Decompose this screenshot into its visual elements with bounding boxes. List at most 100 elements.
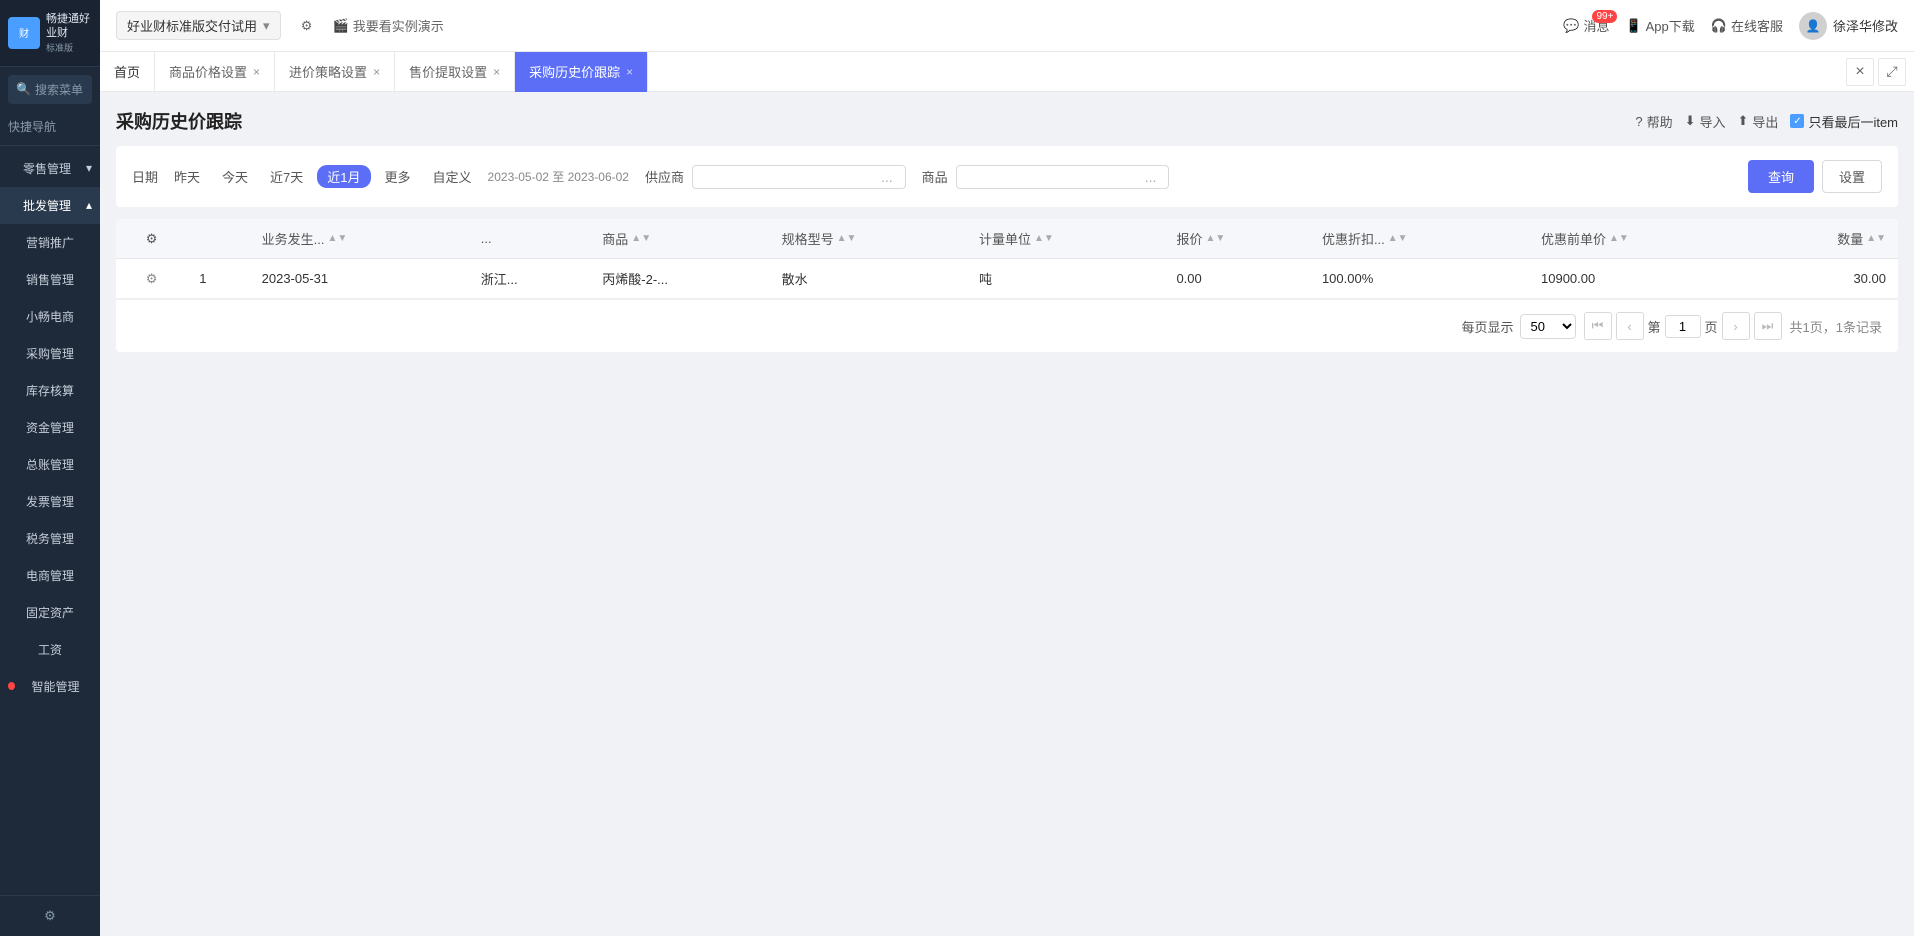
supplier-label: 供应商 — [645, 167, 684, 186]
th-product[interactable]: 商品 ▲▼ — [590, 219, 769, 259]
tab-sale-price[interactable]: 售价提取设置 × — [395, 52, 515, 92]
product-dots-button[interactable]: ... — [1141, 169, 1161, 185]
th-unit[interactable]: 计量单位 ▲▼ — [967, 219, 1164, 259]
per-page-selector: 每页显示 50 10 20 100 — [1461, 314, 1575, 339]
tab-price[interactable]: 商品价格设置 × — [155, 52, 275, 92]
date-btn-more[interactable]: 更多 — [377, 165, 419, 188]
tab-close-purchase-strategy[interactable]: × — [373, 65, 380, 79]
next-page-button[interactable]: › — [1722, 312, 1750, 340]
help-button[interactable]: ? 帮助 — [1635, 112, 1672, 131]
export-icon: ⬆ — [1738, 113, 1749, 129]
sort-icon-discount: ▲▼ — [1388, 235, 1408, 243]
tab-purchase-strategy[interactable]: 进价策略设置 × — [275, 52, 395, 92]
page-content: 采购历史价跟踪 ? 帮助 ⬇ 导入 ⬆ 导出 ✓ 只看最后一item — [100, 92, 1914, 936]
last-page-button[interactable]: ⏭ — [1754, 312, 1782, 340]
th-quote[interactable]: 报价 ▲▼ — [1164, 219, 1309, 259]
demo-button[interactable]: 🎬 我要看实例演示 — [333, 16, 444, 35]
sidebar: 财 畅捷通好业财 标准版 🔍 搜索菜单 快捷导航 零售管理 ▾ 批发管理 ▴ 营… — [0, 0, 100, 936]
sidebar-item-inventory[interactable]: 库存核算 — [0, 372, 100, 409]
play-icon: 🎬 — [333, 18, 349, 34]
filter-buttons: 查询 设置 — [1748, 160, 1882, 193]
export-button[interactable]: ⬆ 导出 — [1738, 112, 1779, 131]
date-btn-today[interactable]: 今天 — [214, 165, 256, 188]
import-button[interactable]: ⬇ 导入 — [1685, 112, 1726, 131]
date-btn-yesterday[interactable]: 昨天 — [166, 165, 208, 188]
row-unit: 吨 — [967, 259, 1164, 299]
app-download-button[interactable]: 📱 App下载 — [1625, 16, 1694, 35]
quicknav-item[interactable]: 快捷导航 — [0, 112, 100, 141]
query-button[interactable]: 查询 — [1748, 160, 1814, 193]
sort-icon-product: ▲▼ — [631, 235, 651, 243]
avatar: 👤 — [1799, 12, 1827, 40]
tabs-bar: 首页 商品价格设置 × 进价策略设置 × 售价提取设置 × 采购历史价跟踪 × … — [100, 52, 1914, 92]
th-biz-date[interactable]: 业务发生... ▲▼ — [250, 219, 469, 259]
tab-close-history-price[interactable]: × — [626, 65, 633, 79]
sidebar-divider — [0, 145, 100, 146]
tab-home[interactable]: 首页 — [100, 52, 155, 92]
sidebar-item-ecommerce[interactable]: 电商管理 — [0, 557, 100, 594]
th-spec[interactable]: 规格型号 ▲▼ — [770, 219, 967, 259]
filter-area: 日期 昨天 今天 近7天 近1月 更多 自定义 2023-05-02 至 202… — [116, 146, 1898, 207]
sidebar-item-finance[interactable]: 资金管理 — [0, 409, 100, 446]
table-body: ⚙ 1 2023-05-31 浙江... 丙烯酸-2-... 散水 吨 0.00… — [116, 259, 1898, 299]
sidebar-item-hr[interactable]: 工资 — [0, 631, 100, 668]
date-btn-custom[interactable]: 自定义 — [425, 165, 480, 188]
sidebar-item-sales[interactable]: 销售管理 — [0, 261, 100, 298]
sidebar-item-purchase[interactable]: 采购管理 — [0, 335, 100, 372]
first-page-button[interactable]: ⏮ — [1584, 312, 1612, 340]
date-options: 昨天 今天 近7天 近1月 更多 自定义 — [166, 165, 480, 188]
tab-expand-button[interactable]: ⤢ — [1878, 58, 1906, 86]
th-quantity[interactable]: 数量 ▲▼ — [1752, 219, 1898, 259]
logo-icon: 财 — [8, 17, 40, 49]
sidebar-item-accounting[interactable]: 总账管理 — [0, 446, 100, 483]
chevron-icon: ▾ — [86, 161, 92, 175]
th-discount[interactable]: 优惠折扣... ▲▼ — [1310, 219, 1529, 259]
tab-close-sale-price[interactable]: × — [493, 65, 500, 79]
online-service-button[interactable]: 🎧 在线客服 — [1711, 16, 1783, 35]
per-page-select[interactable]: 50 10 20 100 — [1520, 314, 1576, 339]
sidebar-item-wholesale[interactable]: 批发管理 ▴ — [0, 187, 100, 224]
version-selector[interactable]: 好业财标准版交付试用 ▾ — [116, 11, 281, 40]
sidebar-item-ecommerce-small[interactable]: 小畅电商 — [0, 298, 100, 335]
date-btn-last1m[interactable]: 近1月 — [317, 165, 370, 188]
filter-settings-button[interactable]: 设置 — [1822, 160, 1882, 193]
sidebar-logo: 财 畅捷通好业财 标准版 — [0, 0, 100, 67]
prev-page-button[interactable]: ‹ — [1616, 312, 1644, 340]
page-number-input[interactable] — [1665, 315, 1701, 338]
search-menu-button[interactable]: 🔍 搜索菜单 — [8, 75, 92, 104]
sidebar-item-tax[interactable]: 税务管理 — [0, 520, 100, 557]
search-icon: 🔍 — [16, 82, 31, 96]
tab-history-price[interactable]: 采购历史价跟踪 × — [515, 52, 648, 92]
sort-icon-unit: ▲▼ — [1034, 235, 1054, 243]
pagination: 每页显示 50 10 20 100 ⏮ ‹ 第 页 › ⏭ — [116, 299, 1898, 352]
gear-icon: ⚙ — [301, 18, 313, 34]
page-actions: ? 帮助 ⬇ 导入 ⬆ 导出 ✓ 只看最后一item — [1635, 112, 1898, 131]
row-biz-date: 2023-05-31 — [250, 259, 469, 299]
sidebar-item-assets[interactable]: 固定资产 — [0, 594, 100, 631]
date-btn-last7[interactable]: 近7天 — [262, 165, 311, 188]
sort-icon-pre-discount: ▲▼ — [1609, 235, 1629, 243]
row-gear[interactable]: ⚙ — [116, 259, 187, 299]
page-unit-label: 页 — [1705, 317, 1718, 336]
sidebar-settings-button[interactable]: ⚙ — [0, 895, 100, 936]
date-label: 日期 — [132, 167, 158, 186]
tab-close-price[interactable]: × — [253, 65, 260, 79]
user-menu[interactable]: 👤 徐泽华修改 — [1799, 12, 1898, 40]
supplier-dots-button[interactable]: ... — [877, 169, 897, 185]
messages-button[interactable]: 💬 消息 99+ — [1563, 16, 1609, 35]
page-total-info: 共1页，1条记录 — [1790, 317, 1882, 336]
row-supplier: 浙江... — [469, 259, 591, 299]
filter-row: 日期 昨天 今天 近7天 近1月 更多 自定义 2023-05-02 至 202… — [132, 160, 1882, 193]
th-pre-discount[interactable]: 优惠前单价 ▲▼ — [1529, 219, 1752, 259]
only-last-checkbox[interactable]: ✓ 只看最后一item — [1790, 112, 1898, 131]
sidebar-item-retail[interactable]: 零售管理 ▾ — [0, 150, 100, 187]
tab-close-window-button[interactable]: × — [1846, 58, 1874, 86]
th-more[interactable]: ... — [469, 219, 591, 259]
sidebar-item-invoice[interactable]: 发票管理 — [0, 483, 100, 520]
th-gear[interactable]: ⚙ — [116, 219, 187, 259]
sidebar-item-smart[interactable]: 智能管理 — [0, 668, 100, 705]
supplier-input[interactable] — [701, 169, 877, 184]
product-input[interactable] — [965, 169, 1141, 184]
sidebar-item-marketing[interactable]: 营销推广 — [0, 224, 100, 261]
topbar-gear-button[interactable]: ⚙ — [293, 12, 321, 40]
